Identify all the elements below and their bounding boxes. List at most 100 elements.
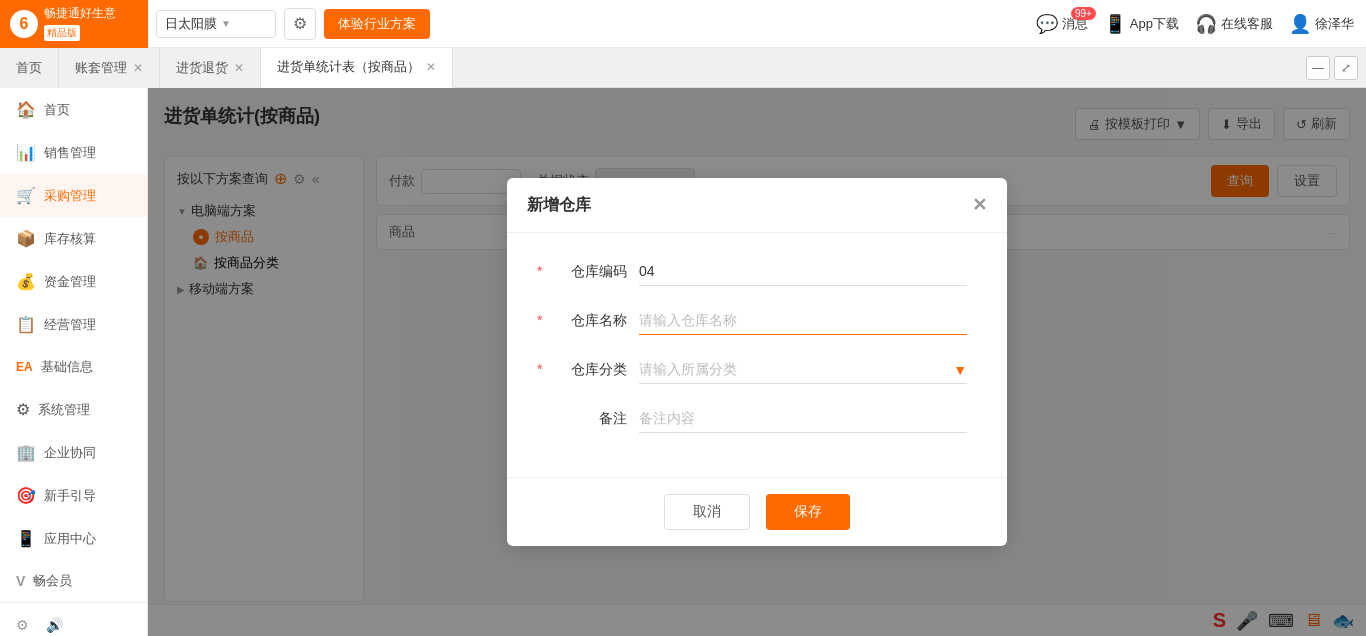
sidebar-item-enterprise-label: 企业协同 xyxy=(44,444,96,462)
user-item[interactable]: 👤 徐泽华 xyxy=(1289,13,1354,35)
guide-icon: 🎯 xyxy=(16,486,36,505)
sidebar-item-apps[interactable]: 📱 应用中心 xyxy=(0,517,147,560)
sidebar-item-basic-info-label: 基础信息 xyxy=(41,358,93,376)
purchase-icon: 🛒 xyxy=(16,186,36,205)
store-selector[interactable]: 日太阳膜 ▼ xyxy=(156,10,276,38)
inventory-icon: 📦 xyxy=(16,229,36,248)
sales-icon: 📊 xyxy=(16,143,36,162)
content-area: 进货单统计(按商品) 🖨 按模板打印 ▼ ⬇ 导出 ↺ 刷新 xyxy=(148,88,1366,636)
logo-title: 畅捷通好生意 xyxy=(44,6,116,22)
sidebar-item-guide-label: 新手引导 xyxy=(44,487,96,505)
close-purchase-return-tab-icon[interactable]: ✕ xyxy=(234,61,244,75)
sidebar-item-inventory[interactable]: 📦 库存核算 xyxy=(0,217,147,260)
operations-icon: 📋 xyxy=(16,315,36,334)
logo-sub: 精品版 xyxy=(44,25,80,41)
modal-header: 新增仓库 ✕ xyxy=(507,178,1007,233)
cancel-button[interactable]: 取消 xyxy=(664,494,750,530)
user-name: 徐泽华 xyxy=(1315,15,1354,33)
modal-overlay: 新增仓库 ✕ 仓库编码 仓库名称 仓库分类 xyxy=(148,88,1366,636)
gear-icon: ⚙ xyxy=(293,14,307,33)
finance-icon: 💰 xyxy=(16,272,36,291)
logo-icon: 6 xyxy=(10,10,38,38)
sidebar-item-vip-label: 畅会员 xyxy=(33,572,72,590)
sidebar-settings-button[interactable]: ⚙ xyxy=(8,611,36,636)
tab-home[interactable]: 首页 xyxy=(0,48,59,88)
sidebar-item-operations[interactable]: 📋 经营管理 xyxy=(0,303,147,346)
sidebar-item-operations-label: 经营管理 xyxy=(44,316,96,334)
modal-title: 新增仓库 xyxy=(527,195,591,216)
enterprise-icon: 🏢 xyxy=(16,443,36,462)
tab-account-label: 账套管理 xyxy=(75,59,127,77)
user-avatar-icon: 👤 xyxy=(1289,13,1311,35)
settings-button[interactable]: ⚙ xyxy=(284,8,316,40)
sidebar-item-vip[interactable]: V 畅会员 xyxy=(0,560,147,602)
close-purchase-stats-tab-icon[interactable]: ✕ xyxy=(426,60,436,74)
warehouse-name-field: 仓库名称 xyxy=(547,306,967,335)
vip-icon: V xyxy=(16,573,25,589)
remark-field: 备注 xyxy=(547,404,967,433)
remark-input[interactable] xyxy=(639,404,967,433)
chevron-down-icon: ▼ xyxy=(221,18,231,29)
tab-purchase-return[interactable]: 进货退货 ✕ xyxy=(160,48,261,88)
sidebar-item-system[interactable]: ⚙ 系统管理 xyxy=(0,388,147,431)
warehouse-category-label: 仓库分类 xyxy=(547,361,627,379)
tab-expand-button[interactable]: ⤢ xyxy=(1334,56,1358,80)
sidebar-item-inventory-label: 库存核算 xyxy=(44,230,96,248)
online-service-label: 在线客服 xyxy=(1221,15,1273,33)
warehouse-category-field: 仓库分类 请输入所属分类 ▼ xyxy=(547,355,967,384)
warehouse-code-label: 仓库编码 xyxy=(547,263,627,281)
save-button[interactable]: 保存 xyxy=(766,494,850,530)
tab-purchase-return-label: 进货退货 xyxy=(176,59,228,77)
top-bar: 6 畅捷通好生意 精品版 日太阳膜 ▼ ⚙ 体验行业方案 💬 消息 99+ 📱 … xyxy=(0,0,1366,48)
warehouse-category-select[interactable]: 请输入所属分类 xyxy=(639,355,967,384)
warehouse-name-label: 仓库名称 xyxy=(547,312,627,330)
sidebar-item-sales[interactable]: 📊 销售管理 xyxy=(0,131,147,174)
tab-actions: — ⤢ xyxy=(1298,56,1366,80)
sidebar-item-purchase-label: 采购管理 xyxy=(44,187,96,205)
sidebar-item-enterprise[interactable]: 🏢 企业协同 xyxy=(0,431,147,474)
mobile-icon: 📱 xyxy=(1104,13,1126,35)
online-service-item[interactable]: 🎧 在线客服 xyxy=(1195,13,1273,35)
basic-info-icon: EA xyxy=(16,360,33,374)
app-download-label: App下载 xyxy=(1130,15,1179,33)
modal-footer: 取消 保存 xyxy=(507,477,1007,546)
add-warehouse-modal: 新增仓库 ✕ 仓库编码 仓库名称 仓库分类 xyxy=(507,178,1007,546)
remark-label: 备注 xyxy=(547,410,627,428)
message-icon: 💬 xyxy=(1036,13,1058,35)
sidebar-item-apps-label: 应用中心 xyxy=(44,530,96,548)
sidebar-item-system-label: 系统管理 xyxy=(38,401,90,419)
tab-purchase-stats[interactable]: 进货单统计表（按商品） ✕ xyxy=(261,48,453,88)
tab-account[interactable]: 账套管理 ✕ xyxy=(59,48,160,88)
tab-bar: 首页 账套管理 ✕ 进货退货 ✕ 进货单统计表（按商品） ✕ — ⤢ xyxy=(0,48,1366,88)
top-right-area: 💬 消息 99+ 📱 App下载 🎧 在线客服 👤 徐泽华 xyxy=(1036,13,1354,35)
sidebar-item-sales-label: 销售管理 xyxy=(44,144,96,162)
sidebar-item-finance[interactable]: 💰 资金管理 xyxy=(0,260,147,303)
close-account-tab-icon[interactable]: ✕ xyxy=(133,61,143,75)
sidebar-item-guide[interactable]: 🎯 新手引导 xyxy=(0,474,147,517)
trial-button[interactable]: 体验行业方案 xyxy=(324,9,430,39)
modal-body: 仓库编码 仓库名称 仓库分类 请输入所属分类 xyxy=(507,233,1007,477)
modal-close-button[interactable]: ✕ xyxy=(972,194,987,216)
main-layout: 🏠 首页 📊 销售管理 🛒 采购管理 📦 库存核算 💰 资金管理 📋 经营管理 … xyxy=(0,88,1366,636)
app-download-item[interactable]: 📱 App下载 xyxy=(1104,13,1179,35)
sidebar-item-basic-info[interactable]: EA 基础信息 xyxy=(0,346,147,388)
messages-item[interactable]: 💬 消息 99+ xyxy=(1036,13,1088,35)
sidebar-item-home[interactable]: 🏠 首页 xyxy=(0,88,147,131)
tab-purchase-stats-label: 进货单统计表（按商品） xyxy=(277,58,420,76)
sidebar-bottom: ⚙ 🔊 xyxy=(0,602,147,636)
store-name: 日太阳膜 xyxy=(165,15,217,33)
sidebar: 🏠 首页 📊 销售管理 🛒 采购管理 📦 库存核算 💰 资金管理 📋 经营管理 … xyxy=(0,88,148,636)
warehouse-category-select-wrap: 请输入所属分类 ▼ xyxy=(639,355,967,384)
message-badge: 99+ xyxy=(1071,7,1096,20)
warehouse-name-input[interactable] xyxy=(639,306,967,335)
sidebar-sound-button[interactable]: 🔊 xyxy=(40,611,68,636)
warehouse-code-input[interactable] xyxy=(639,257,967,286)
sidebar-item-finance-label: 资金管理 xyxy=(44,273,96,291)
sidebar-item-purchase[interactable]: 🛒 采购管理 xyxy=(0,174,147,217)
tab-home-label: 首页 xyxy=(16,59,42,77)
home-icon: 🏠 xyxy=(16,100,36,119)
headset-icon: 🎧 xyxy=(1195,13,1217,35)
warehouse-code-field: 仓库编码 xyxy=(547,257,967,286)
logo-area: 6 畅捷通好生意 精品版 xyxy=(0,0,148,48)
tab-minimize-button[interactable]: — xyxy=(1306,56,1330,80)
